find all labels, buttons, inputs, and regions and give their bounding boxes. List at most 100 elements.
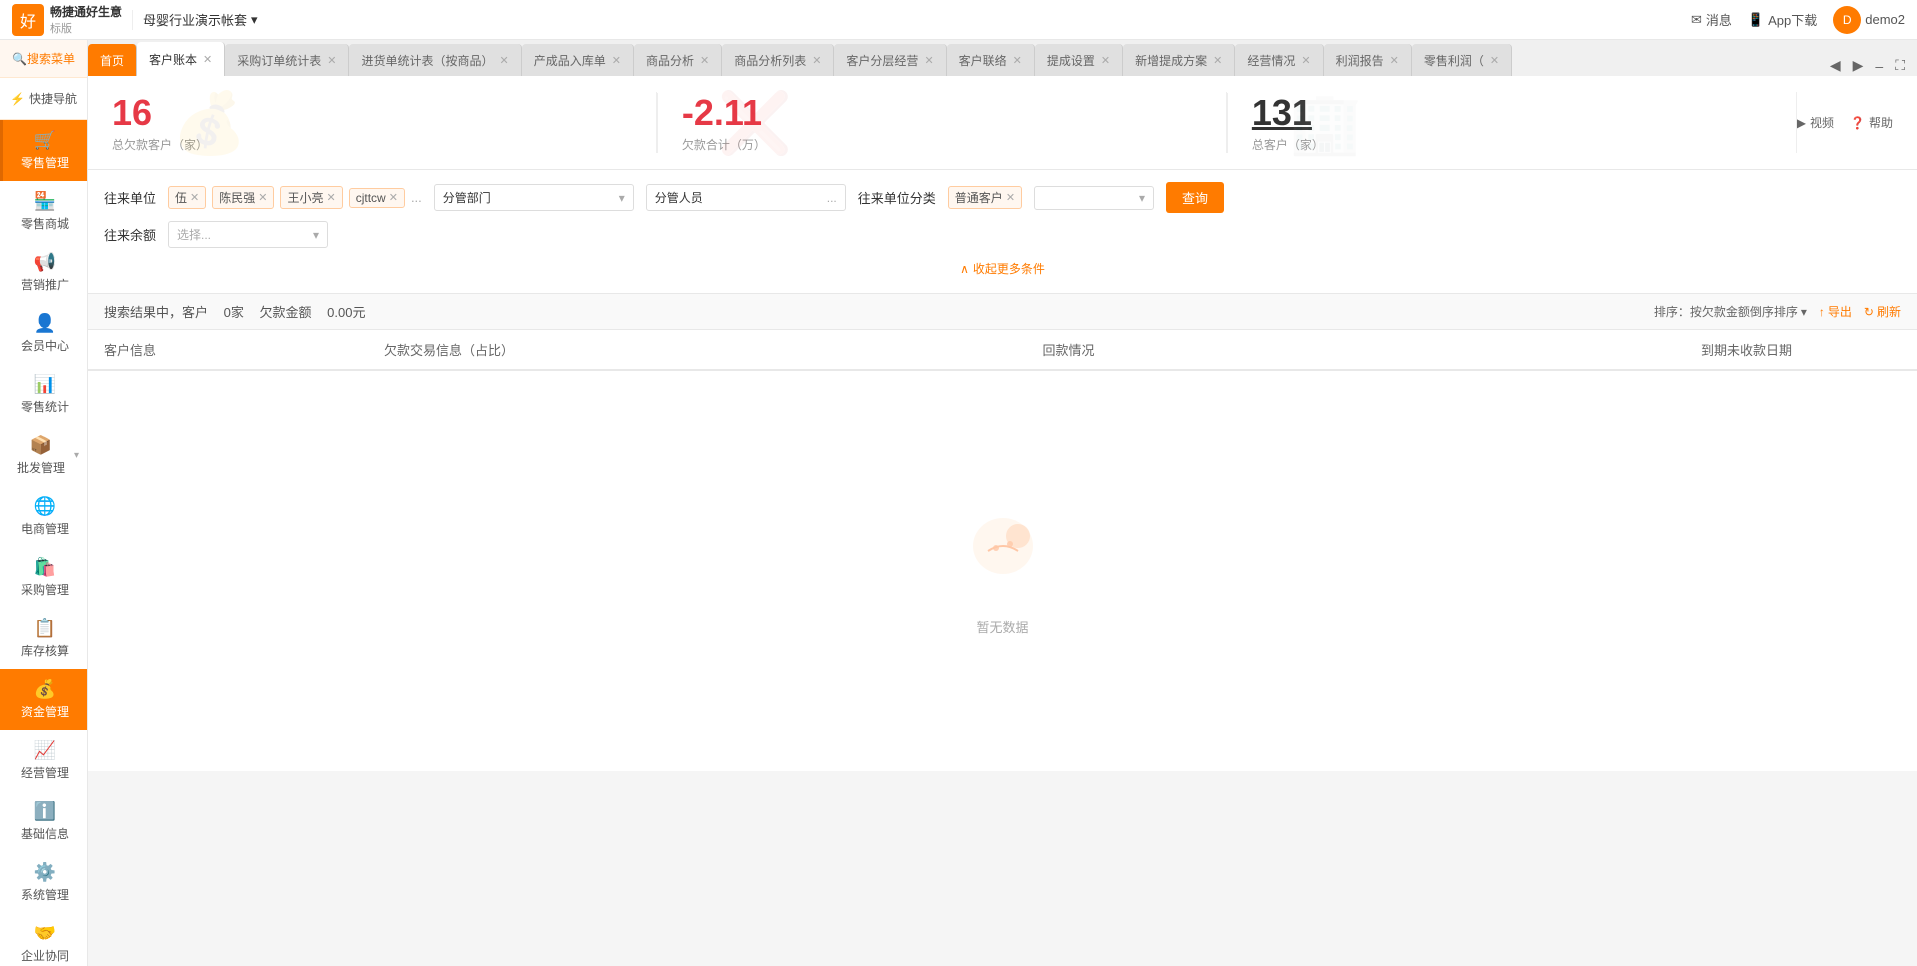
tab-goods-analysis-list-close[interactable]: ✕ bbox=[812, 54, 821, 67]
tab-nav-right-btn[interactable]: ▶ bbox=[1849, 55, 1868, 76]
purchase-icon: 🛍️ bbox=[34, 557, 56, 578]
dept-select[interactable]: 分管部门 ▾ bbox=[434, 184, 634, 211]
tab-new-achievement[interactable]: 新增提成方案 ✕ bbox=[1123, 44, 1235, 76]
logo-icon: 好 bbox=[12, 4, 44, 36]
tab-reminder-settings-label: 提成设置 bbox=[1047, 52, 1095, 69]
filter-tag-chen-label: 陈民强 bbox=[219, 189, 255, 206]
filter-tag-wu-close[interactable]: ✕ bbox=[190, 191, 199, 204]
tab-business-situation[interactable]: 经营情况 ✕ bbox=[1235, 44, 1323, 76]
sidebar-item-ecommerce[interactable]: 🌐 电商管理 bbox=[0, 486, 87, 547]
tab-customer-account-label: 客户账本 bbox=[149, 51, 197, 68]
filter-more-btn[interactable]: ... bbox=[411, 190, 422, 205]
tab-customer-segment-close[interactable]: ✕ bbox=[924, 54, 933, 67]
sidebar-item-enterprise-coop[interactable]: 🤝 企业协同 bbox=[0, 913, 87, 966]
query-button[interactable]: 查询 bbox=[1166, 182, 1224, 213]
filter-tag-chen-close[interactable]: ✕ bbox=[258, 191, 267, 204]
video-btn[interactable]: ▶ 视频 bbox=[1797, 114, 1834, 131]
export-icon: ↑ bbox=[1819, 305, 1825, 319]
filter-tag-cjttcw-close[interactable]: ✕ bbox=[389, 191, 398, 204]
col-customer-info: 客户信息 bbox=[104, 340, 384, 359]
filter-tag-wu-label: 伍 bbox=[175, 189, 187, 206]
tab-inbound-close[interactable]: ✕ bbox=[500, 54, 509, 67]
filter-company-tags: 伍 ✕ 陈民强 ✕ 王小亮 ✕ cjttcw ✕ bbox=[168, 186, 422, 209]
sidebar-item-purchase[interactable]: 🛍️ 采购管理 bbox=[0, 547, 87, 608]
tab-goods-analysis-list[interactable]: 商品分析列表 ✕ bbox=[722, 44, 834, 76]
person-select[interactable]: 分管人员 ... bbox=[646, 184, 846, 211]
sidebar-item-retail-stats[interactable]: 📊 零售统计 bbox=[0, 364, 87, 425]
tab-nav-left-btn[interactable]: ◀ bbox=[1826, 55, 1845, 76]
export-btn[interactable]: ↑ 导出 bbox=[1819, 303, 1852, 320]
tab-home[interactable]: 首页 bbox=[88, 44, 137, 76]
dept-chevron-icon: ▾ bbox=[619, 191, 625, 205]
sidebar-item-finance[interactable]: 💰 资金管理 bbox=[0, 669, 87, 730]
sidebar-item-inventory[interactable]: 📋 库存核算 bbox=[0, 608, 87, 669]
tab-goods-analysis-label: 商品分析 bbox=[646, 52, 694, 69]
sidebar-item-basic-info[interactable]: ℹ️ 基础信息 bbox=[0, 791, 87, 852]
tab-production-inbound-label: 产成品入库单 bbox=[534, 52, 606, 69]
company-unit-label: 往来单位 bbox=[104, 188, 156, 207]
tab-customer-contact[interactable]: 客户联络 ✕ bbox=[947, 44, 1035, 76]
tab-retail-profit-label: 零售利润（ bbox=[1424, 52, 1484, 69]
filter-tag-normal-customer-close[interactable]: ✕ bbox=[1006, 191, 1015, 204]
tab-profit-report-label: 利润报告 bbox=[1336, 52, 1384, 69]
sidebar-item-batch-mgmt[interactable]: 📦 批发管理 ▾ bbox=[0, 425, 87, 486]
sidebar-nav: ⚡ 快捷导航 bbox=[0, 78, 87, 120]
tab-goods-analysis-close[interactable]: ✕ bbox=[700, 54, 709, 67]
col-repayment: 回款情况 bbox=[1043, 340, 1702, 359]
tab-retail-profit-close[interactable]: ✕ bbox=[1490, 54, 1499, 67]
tab-purchase-order-stats-label: 采购订单统计表 bbox=[237, 52, 321, 69]
app-download-btn[interactable]: 📱 App下载 bbox=[1748, 10, 1817, 29]
sidebar-basic-info-label: 基础信息 bbox=[21, 825, 69, 842]
tab-customer-account-close[interactable]: ✕ bbox=[203, 53, 212, 66]
workspace-selector[interactable]: 母婴行业演示帐套 ▾ bbox=[143, 10, 258, 29]
sidebar-item-retail-mgmt[interactable]: 🛒 零售管理 bbox=[0, 120, 87, 181]
tab-reminder-settings[interactable]: 提成设置 ✕ bbox=[1035, 44, 1123, 76]
tab-customer-segment[interactable]: 客户分层经营 ✕ bbox=[834, 44, 946, 76]
tab-customer-account[interactable]: 客户账本 ✕ bbox=[137, 42, 225, 76]
tab-reminder-settings-close[interactable]: ✕ bbox=[1101, 54, 1110, 67]
sidebar-item-member-center[interactable]: 👤 会员中心 bbox=[0, 303, 87, 364]
tab-profit-report-close[interactable]: ✕ bbox=[1390, 54, 1399, 67]
balance-select[interactable]: 选择... ▾ bbox=[168, 221, 328, 248]
filter-tag-cjttcw: cjttcw ✕ bbox=[349, 188, 405, 208]
tab-profit-report[interactable]: 利润报告 ✕ bbox=[1324, 44, 1412, 76]
balance-placeholder: 选择... bbox=[177, 226, 211, 243]
sort-btn[interactable]: 排序：按欠款金额倒序排序 ▾ bbox=[1654, 303, 1807, 320]
sidebar-item-operation[interactable]: 📈 经营管理 bbox=[0, 730, 87, 791]
tab-goods-analysis[interactable]: 商品分析 ✕ bbox=[634, 44, 722, 76]
tab-inbound-stats[interactable]: 进货单统计表（按商品） ✕ bbox=[349, 44, 521, 76]
refresh-btn[interactable]: ↻ 刷新 bbox=[1864, 303, 1901, 320]
enterprise-coop-icon: 🤝 bbox=[34, 923, 56, 944]
tab-production-close[interactable]: ✕ bbox=[612, 54, 621, 67]
filter-row-2: 往来余额 选择... ▾ bbox=[104, 221, 1901, 248]
tab-retail-profit[interactable]: 零售利润（ ✕ bbox=[1412, 44, 1512, 76]
logo-text-area: 畅捷通好生意 标版 bbox=[50, 3, 122, 36]
tab-purchase-order-stats[interactable]: 采购订单统计表 ✕ bbox=[225, 44, 349, 76]
export-label: 导出 bbox=[1828, 303, 1852, 320]
tab-business-situation-close[interactable]: ✕ bbox=[1301, 54, 1310, 67]
results-actions: 排序：按欠款金额倒序排序 ▾ ↑ 导出 ↻ 刷新 bbox=[1654, 303, 1901, 320]
message-btn[interactable]: ✉ 消息 bbox=[1691, 10, 1732, 29]
tab-production-inbound[interactable]: 产成品入库单 ✕ bbox=[522, 44, 634, 76]
sidebar-search-label: 搜索菜单 bbox=[27, 50, 75, 67]
filter-tag-wang-close[interactable]: ✕ bbox=[327, 191, 336, 204]
dept-label: 分管部门 bbox=[443, 189, 491, 206]
sidebar-item-marketing[interactable]: 📢 营销推广 bbox=[0, 242, 87, 303]
filter-tag-normal-customer: 普通客户 ✕ bbox=[948, 186, 1022, 209]
tab-minimize-btn[interactable]: – bbox=[1871, 56, 1887, 76]
filter-collapse-btn[interactable]: ∧ 收起更多条件 bbox=[104, 256, 1901, 281]
sidebar-search[interactable]: 🔍 搜索菜单 bbox=[0, 40, 87, 78]
sidebar-item-system[interactable]: ⚙️ 系统管理 bbox=[0, 852, 87, 913]
person-more-btn[interactable]: ... bbox=[827, 191, 837, 205]
tab-new-achievement-close[interactable]: ✕ bbox=[1213, 54, 1222, 67]
user-area[interactable]: D demo2 bbox=[1833, 6, 1905, 34]
unit-type-select[interactable]: ▾ bbox=[1034, 186, 1154, 210]
help-btn[interactable]: ❓ 帮助 bbox=[1850, 114, 1893, 131]
retail-mgmt-icon: 🛒 bbox=[34, 130, 56, 151]
tab-customer-contact-close[interactable]: ✕ bbox=[1013, 54, 1022, 67]
sidebar-item-retail-mall[interactable]: 🏪 零售商城 bbox=[0, 181, 87, 242]
sidebar-quick-nav[interactable]: ⚡ 快捷导航 bbox=[0, 84, 87, 113]
tab-maximize-btn[interactable]: ⛶ bbox=[1891, 55, 1909, 76]
tab-purchase-order-close[interactable]: ✕ bbox=[327, 54, 336, 67]
stat-bg-icon-1: 💰 bbox=[172, 87, 247, 158]
